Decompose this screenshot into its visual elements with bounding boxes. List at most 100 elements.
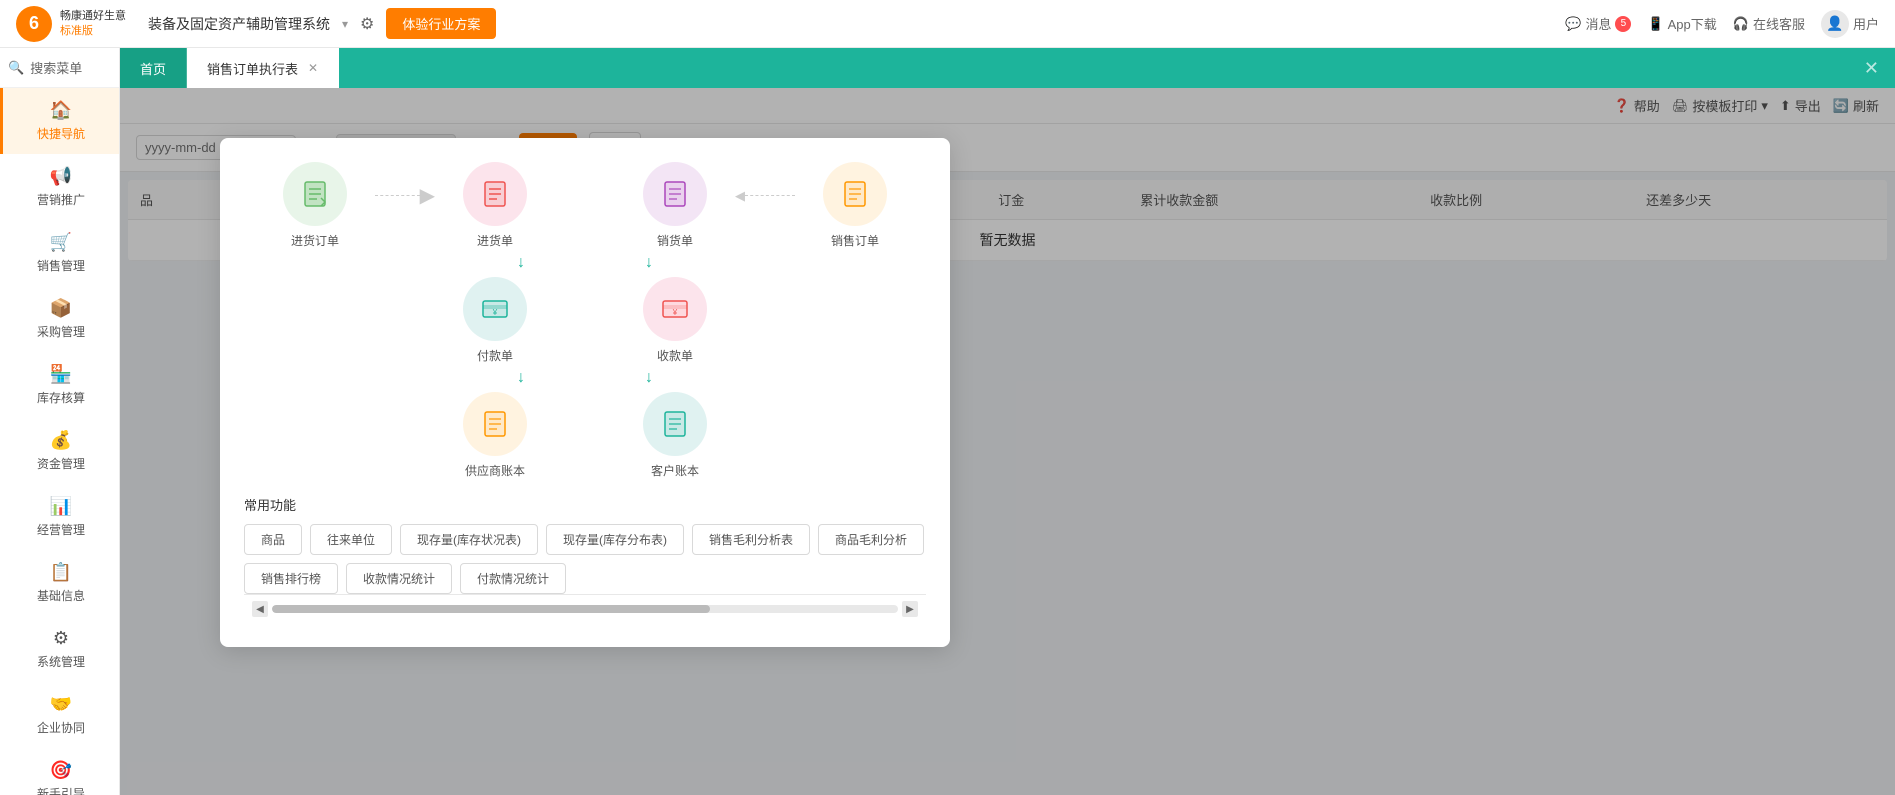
sidebar-item-inventory[interactable]: 🏪 库存核算	[0, 352, 119, 418]
tab-close-icon[interactable]: ✕	[308, 61, 318, 75]
sales-order-node: 销售订单	[795, 162, 915, 249]
scroll-row: ◀ ▶	[244, 594, 926, 623]
system-title: 装备及固定资产辅助管理系统	[148, 14, 330, 34]
sidebar-label-quick-nav: 快捷导航	[37, 125, 85, 142]
tab-sales-order[interactable]: 销售订单执行表 ✕	[187, 48, 339, 88]
func-btn-goods[interactable]: 商品	[244, 524, 302, 555]
scroll-track[interactable]	[272, 605, 898, 613]
func-btn-payment-stat[interactable]: 付款情况统计	[460, 563, 566, 594]
arrow-sales-order-to-invoice: ◀	[735, 188, 795, 204]
sidebar-item-newbie[interactable]: 🎯 新手引导	[0, 748, 119, 795]
avatar: 👤	[1821, 10, 1849, 38]
message-button[interactable]: 💬 消息 5	[1565, 14, 1631, 33]
supplier-ledger-circle	[463, 392, 527, 456]
inventory-icon: 🏪	[50, 364, 72, 385]
sidebar-label-newbie: 新手引导	[37, 785, 85, 795]
sidebar: 🔍 搜索菜单 🏠 快捷导航 📢 营销推广 🛒 销售管理 📦 采购管理 🏪	[0, 48, 120, 795]
sidebar-item-basic[interactable]: 📋 基础信息	[0, 550, 119, 616]
func-btn-sales-rank[interactable]: 销售排行榜	[244, 563, 338, 594]
modal-box: 进货订单 ▶	[220, 138, 950, 647]
sidebar-item-quick-nav[interactable]: 🏠 快捷导航	[0, 88, 119, 154]
svg-text:¥: ¥	[672, 308, 678, 317]
customer-ledger-label: 客户账本	[651, 462, 699, 479]
main-body: 🔍 搜索菜单 🏠 快捷导航 📢 营销推广 🛒 销售管理 📦 采购管理 🏪	[0, 48, 1895, 795]
experience-button[interactable]: 体验行业方案	[386, 8, 496, 39]
sales-invoice-circle	[643, 162, 707, 226]
customer-ledger-row: 客户账本	[615, 392, 915, 479]
supplier-ledger-label: 供应商账本	[465, 462, 525, 479]
enterprise-icon: 🤝	[50, 694, 72, 715]
purchase-order-node: 进货订单	[255, 162, 375, 249]
arrow-down-receipt: ↓	[615, 249, 915, 277]
page-content: ❓ 帮助 🖨 按模板打印 ▾ ⬆ 导出 🔄 刷新	[120, 88, 1895, 795]
sidebar-item-operation[interactable]: 📊 经营管理	[0, 484, 119, 550]
sidebar-label-marketing: 营销推广	[37, 191, 85, 208]
func-btn-sales-margin[interactable]: 销售毛利分析表	[692, 524, 810, 555]
payment-node: ¥ 付款单	[435, 277, 555, 364]
purchase-receipt-node: 进货单	[435, 162, 555, 249]
close-window-icon[interactable]: ✕	[1864, 58, 1879, 79]
customer-ledger-node: 客户账本	[615, 392, 735, 479]
sidebar-label-basic: 基础信息	[37, 587, 85, 604]
sidebar-label-enterprise: 企业协同	[37, 719, 85, 736]
func-btn-stock-dist[interactable]: 现存量(库存分布表)	[546, 524, 684, 555]
receipt-label: 收款单	[657, 347, 693, 364]
system-dropdown-icon[interactable]: ▾	[342, 17, 348, 31]
logo-line2: 标准版	[60, 24, 126, 38]
purchase-order-circle	[283, 162, 347, 226]
payment-circle: ¥	[463, 277, 527, 341]
scroll-left-btn[interactable]: ◀	[252, 601, 268, 617]
func-btn-goods-margin[interactable]: 商品毛利分析	[818, 524, 924, 555]
online-service-button[interactable]: 🎧 在线客服	[1733, 14, 1805, 33]
purchase-order-label: 进货订单	[291, 232, 339, 249]
sidebar-label-operation: 经营管理	[37, 521, 85, 538]
arrow-purchase-to-receipt: ▶	[375, 183, 435, 208]
logo-icon: 6	[16, 6, 52, 42]
supplier-ledger-row: 供应商账本	[255, 392, 555, 479]
common-func-title: 常用功能	[244, 495, 926, 514]
scroll-right-btn[interactable]: ▶	[902, 601, 918, 617]
receipt-row: ¥ 收款单	[615, 277, 915, 364]
sales-order-label: 销售订单	[831, 232, 879, 249]
app-download-button[interactable]: 📱 App下载	[1647, 14, 1716, 33]
home-icon: 🏠	[50, 100, 72, 121]
sidebar-item-sales[interactable]: 🛒 销售管理	[0, 220, 119, 286]
sidebar-label-system: 系统管理	[37, 653, 85, 670]
purchase-icon: 📦	[50, 298, 72, 319]
right-column: 销货单 ◀	[615, 162, 915, 479]
sidebar-label-purchase: 采购管理	[37, 323, 85, 340]
sidebar-item-purchase[interactable]: 📦 采购管理	[0, 286, 119, 352]
sales-row: 销货单 ◀	[615, 162, 915, 249]
sales-icon: 🛒	[50, 232, 72, 253]
sidebar-item-finance[interactable]: 💰 资金管理	[0, 418, 119, 484]
sidebar-item-marketing[interactable]: 📢 营销推广	[0, 154, 119, 220]
left-column: 进货订单 ▶	[255, 162, 555, 479]
message-badge: 5	[1615, 16, 1631, 32]
flow-diagram: 进货订单 ▶	[244, 162, 926, 479]
svg-text:¥: ¥	[492, 308, 498, 317]
top-bar-right: 💬 消息 5 📱 App下载 🎧 在线客服 👤 用户	[1565, 10, 1879, 38]
marketing-icon: 📢	[50, 166, 72, 187]
sidebar-item-enterprise[interactable]: 🤝 企业协同	[0, 682, 119, 748]
common-functions-section: 常用功能 商品 往来单位 现存量(库存状况表) 现存量(库存分布表) 销售毛利分…	[244, 495, 926, 594]
sidebar-label-inventory: 库存核算	[37, 389, 85, 406]
modal-overlay: 进货订单 ▶	[120, 88, 1895, 795]
func-btn-stock-status[interactable]: 现存量(库存状况表)	[400, 524, 538, 555]
user-menu[interactable]: 👤 用户	[1821, 10, 1879, 38]
tab-bar-right: ✕	[1864, 58, 1895, 79]
app-wrapper: 6 畅康通好生意 标准版 装备及固定资产辅助管理系统 ▾ ⚙ 体验行业方案 💬 …	[0, 0, 1895, 795]
sidebar-search[interactable]: 🔍 搜索菜单	[0, 48, 119, 88]
search-icon: 🔍	[8, 60, 24, 76]
purchase-receipt-label: 进货单	[477, 232, 513, 249]
settings-icon[interactable]: ⚙	[360, 14, 374, 34]
app-download-label: App下载	[1668, 14, 1717, 33]
func-btn-receipt-stat[interactable]: 收款情况统计	[346, 563, 452, 594]
sales-invoice-label: 销货单	[657, 232, 693, 249]
payment-row: ¥ 付款单	[255, 277, 555, 364]
username-label: 用户	[1853, 14, 1879, 33]
tab-home[interactable]: 首页	[120, 48, 187, 88]
func-btn-partner[interactable]: 往来单位	[310, 524, 392, 555]
arrow-down-customer: ↓	[615, 364, 915, 392]
func-buttons-row1: 商品 往来单位 现存量(库存状况表) 现存量(库存分布表) 销售毛利分析表 商品…	[244, 524, 926, 555]
sidebar-item-system[interactable]: ⚙ 系统管理	[0, 616, 119, 682]
